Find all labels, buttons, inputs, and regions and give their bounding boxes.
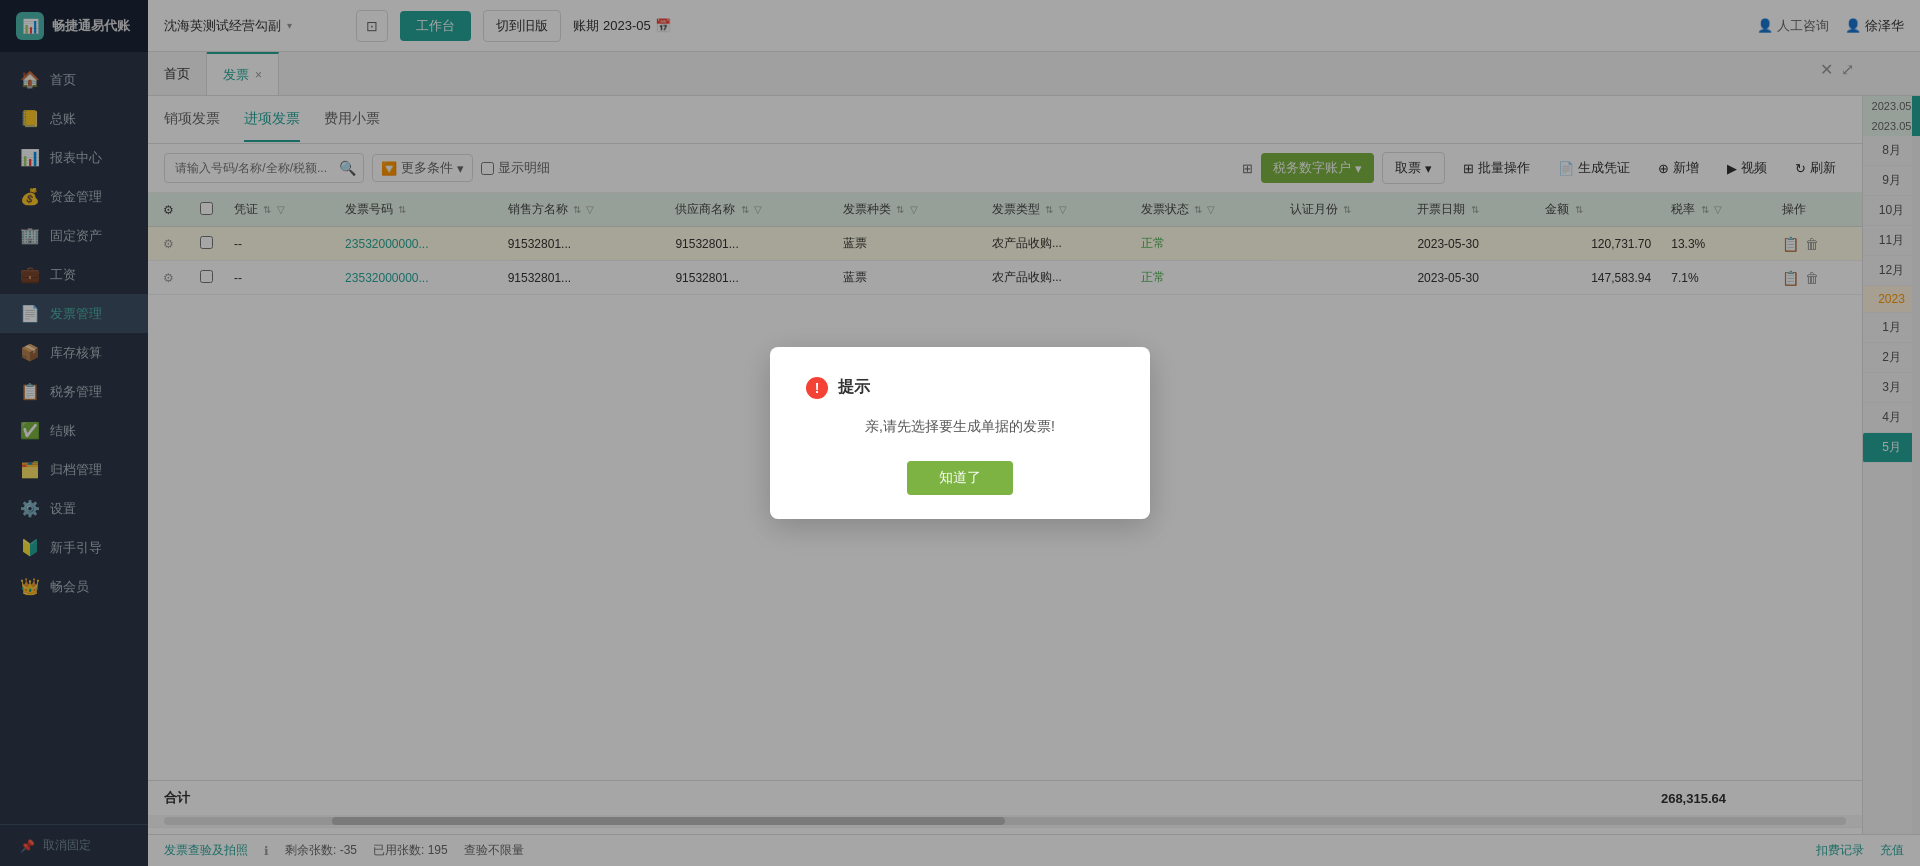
modal-title-row: ! 提示 — [806, 377, 1114, 399]
modal-ok-button[interactable]: 知道了 — [907, 461, 1013, 495]
modal-overlay: ! 提示 亲,请先选择要生成单据的发票! 知道了 — [0, 0, 1920, 866]
modal-warning-icon: ! — [806, 377, 828, 399]
modal-dialog: ! 提示 亲,请先选择要生成单据的发票! 知道了 — [770, 347, 1150, 519]
modal-footer: 知道了 — [806, 461, 1114, 495]
modal-title: 提示 — [838, 377, 870, 398]
modal-message: 亲,请先选择要生成单据的发票! — [806, 415, 1114, 437]
